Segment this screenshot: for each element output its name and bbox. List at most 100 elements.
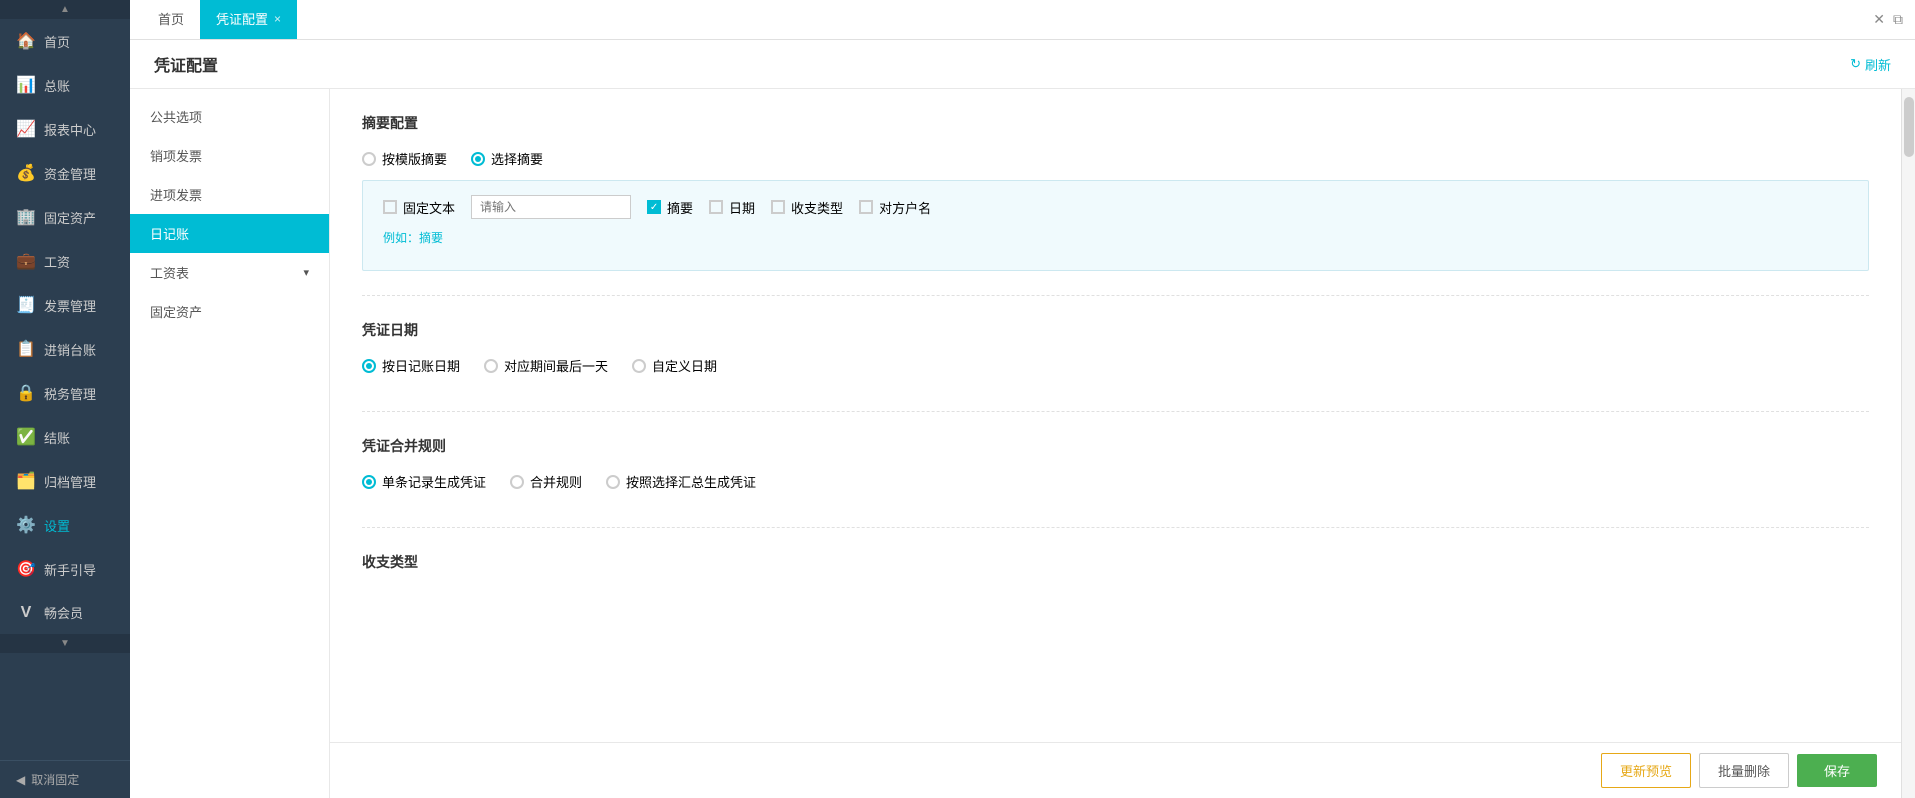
checkbox-counterpart-btn[interactable] bbox=[859, 200, 873, 214]
income-type-section: 收支类型 bbox=[362, 552, 1869, 612]
left-nav-common[interactable]: 公共选项 bbox=[130, 97, 329, 136]
sidebar-scroll-down[interactable]: ▼ bbox=[0, 634, 130, 653]
tab-home[interactable]: 首页 bbox=[142, 0, 200, 39]
tab-bar-actions: ✕ ⧉ bbox=[1873, 11, 1903, 28]
sidebar: ▲ 🏠 首页 📊 总账 📈 报表中心 💰 资金管理 🏢 固定资产 💼 工资 🧾 … bbox=[0, 0, 130, 798]
example-row: 例如：摘要 bbox=[383, 229, 1848, 246]
checkbox-income-type-btn[interactable] bbox=[771, 200, 785, 214]
radio-single-record-btn[interactable] bbox=[362, 475, 376, 489]
date-title: 凭证日期 bbox=[362, 320, 1869, 340]
sidebar-item-guide[interactable]: 🎯 新手引导 bbox=[0, 547, 130, 591]
radio-aggregate-btn[interactable] bbox=[606, 475, 620, 489]
summary-section: 摘要配置 按模版摘要 选择摘要 bbox=[362, 113, 1869, 296]
date-radio-period-last[interactable]: 对应期间最后一天 bbox=[484, 356, 608, 375]
summary-radio-select[interactable]: 选择摘要 bbox=[471, 149, 543, 168]
sidebar-item-vip[interactable]: V 畅会员 bbox=[0, 591, 130, 634]
example-label: 例如：摘要 bbox=[383, 229, 443, 246]
checkbox-date[interactable]: 日期 bbox=[709, 198, 755, 217]
date-radio-group: 按日记账日期 对应期间最后一天 自定义日期 bbox=[362, 356, 1869, 375]
merge-radio-group: 单条记录生成凭证 合并规则 按照选择汇总生成凭证 bbox=[362, 472, 1869, 491]
checkbox-counterpart[interactable]: 对方户名 bbox=[859, 198, 931, 217]
invoice-icon: 🧾 bbox=[16, 295, 36, 315]
radio-custom-date-btn[interactable] bbox=[632, 359, 646, 373]
summary-checkbox-row: 固定文本 ✓ 摘要 日期 bbox=[383, 195, 1848, 219]
capital-icon: 💰 bbox=[16, 163, 36, 183]
checkbox-fixed-text-btn[interactable] bbox=[383, 200, 397, 214]
guide-icon: 🎯 bbox=[16, 559, 36, 579]
chevron-down-icon: ▾ bbox=[303, 266, 309, 279]
batch-delete-button[interactable]: 批量删除 bbox=[1699, 753, 1789, 788]
merge-section: 凭证合并规则 单条记录生成凭证 合并规则 按照选择汇总生成凭证 bbox=[362, 436, 1869, 528]
summary-title: 摘要配置 bbox=[362, 113, 1869, 133]
content-area: 公共选项 销项发票 进项发票 日记账 工资表 ▾ 固定资产 bbox=[130, 89, 1915, 798]
salary-icon: 💼 bbox=[16, 251, 36, 271]
date-radio-custom[interactable]: 自定义日期 bbox=[632, 356, 717, 375]
tab-bar: 首页 凭证配置 × ✕ ⧉ bbox=[130, 0, 1915, 40]
sidebar-item-invoice[interactable]: 🧾 发票管理 bbox=[0, 283, 130, 327]
sidebar-item-archive[interactable]: 🗂️ 归档管理 bbox=[0, 459, 130, 503]
tab-close-icon[interactable]: × bbox=[274, 12, 281, 26]
income-type-title: 收支类型 bbox=[362, 552, 1869, 572]
left-nav-sales[interactable]: 销项发票 bbox=[130, 136, 329, 175]
sidebar-item-assets[interactable]: 🏢 固定资产 bbox=[0, 195, 130, 239]
checkbox-fixed-text[interactable]: 固定文本 bbox=[383, 198, 455, 217]
merge-radio-single[interactable]: 单条记录生成凭证 bbox=[362, 472, 486, 491]
fixed-text-input[interactable] bbox=[471, 195, 631, 219]
radio-merge-rule-btn[interactable] bbox=[510, 475, 524, 489]
sidebar-item-capital[interactable]: 💰 资金管理 bbox=[0, 151, 130, 195]
radio-journal-date-btn[interactable] bbox=[362, 359, 376, 373]
scroll-track[interactable] bbox=[1901, 89, 1915, 798]
ledger-icon: 📊 bbox=[16, 75, 36, 95]
window-close-icon[interactable]: ✕ bbox=[1873, 11, 1885, 28]
sidebar-scroll-up[interactable]: ▲ bbox=[0, 0, 130, 19]
sidebar-item-ledger[interactable]: 📊 总账 bbox=[0, 63, 130, 107]
archive-icon: 🗂️ bbox=[16, 471, 36, 491]
settings-icon: ⚙️ bbox=[16, 515, 36, 535]
save-button[interactable]: 保存 bbox=[1797, 754, 1877, 787]
summary-radio-template[interactable]: 按模版摘要 bbox=[362, 149, 447, 168]
footer-bar: 更新预览 批量删除 保存 bbox=[330, 742, 1901, 798]
page-title: 凭证配置 bbox=[154, 52, 218, 76]
radio-template-btn[interactable] bbox=[362, 152, 376, 166]
checkbox-date-btn[interactable] bbox=[709, 200, 723, 214]
left-nav-journal[interactable]: 日记账 bbox=[130, 214, 329, 253]
sidebar-item-tax[interactable]: 🔒 税务管理 bbox=[0, 371, 130, 415]
date-radio-journal[interactable]: 按日记账日期 bbox=[362, 356, 460, 375]
refresh-icon: ↻ bbox=[1850, 56, 1861, 72]
left-nav-fixed-assets[interactable]: 固定资产 bbox=[130, 292, 329, 331]
main-area: 首页 凭证配置 × ✕ ⧉ 凭证配置 ↻ 刷新 公共选项 销项发票 进项 bbox=[130, 0, 1915, 798]
radio-select-btn[interactable] bbox=[471, 152, 485, 166]
stock-icon: 📋 bbox=[16, 339, 36, 359]
sidebar-item-reports[interactable]: 📈 报表中心 bbox=[0, 107, 130, 151]
tab-voucher-config[interactable]: 凭证配置 × bbox=[200, 0, 297, 39]
page-header: 凭证配置 ↻ 刷新 bbox=[130, 40, 1915, 89]
sidebar-item-stock[interactable]: 📋 进销台账 bbox=[0, 327, 130, 371]
sidebar-item-salary[interactable]: 💼 工资 bbox=[0, 239, 130, 283]
checkbox-summary[interactable]: ✓ 摘要 bbox=[647, 198, 693, 217]
date-section: 凭证日期 按日记账日期 对应期间最后一天 自定义日期 bbox=[362, 320, 1869, 412]
home-icon: 🏠 bbox=[16, 31, 36, 51]
checkbox-summary-btn[interactable]: ✓ bbox=[647, 200, 661, 214]
unpin-icon: ◀ bbox=[16, 773, 25, 787]
summary-radio-group: 按模版摘要 选择摘要 bbox=[362, 149, 1869, 168]
window-restore-icon[interactable]: ⧉ bbox=[1893, 11, 1903, 28]
left-nav-purchase[interactable]: 进项发票 bbox=[130, 175, 329, 214]
vip-icon: V bbox=[16, 604, 36, 622]
merge-radio-rule[interactable]: 合并规则 bbox=[510, 472, 582, 491]
merge-title: 凭证合并规则 bbox=[362, 436, 1869, 456]
sidebar-item-settings[interactable]: ⚙️ 设置 bbox=[0, 503, 130, 547]
close-account-icon: ✅ bbox=[16, 427, 36, 447]
left-nav-payroll[interactable]: 工资表 ▾ bbox=[130, 253, 329, 292]
radio-period-last-btn[interactable] bbox=[484, 359, 498, 373]
summary-config-box: 固定文本 ✓ 摘要 日期 bbox=[362, 180, 1869, 271]
merge-radio-aggregate[interactable]: 按照选择汇总生成凭证 bbox=[606, 472, 756, 491]
sidebar-item-home[interactable]: 🏠 首页 bbox=[0, 19, 130, 63]
update-preview-button[interactable]: 更新预览 bbox=[1601, 753, 1691, 788]
refresh-button[interactable]: ↻ 刷新 bbox=[1850, 55, 1891, 74]
scroll-thumb[interactable] bbox=[1904, 97, 1914, 157]
checkbox-income-type[interactable]: 收支类型 bbox=[771, 198, 843, 217]
sidebar-unpin[interactable]: ◀ 取消固定 bbox=[0, 760, 130, 798]
sidebar-item-close[interactable]: ✅ 结账 bbox=[0, 415, 130, 459]
right-content: 摘要配置 按模版摘要 选择摘要 bbox=[330, 89, 1901, 742]
tax-icon: 🔒 bbox=[16, 383, 36, 403]
